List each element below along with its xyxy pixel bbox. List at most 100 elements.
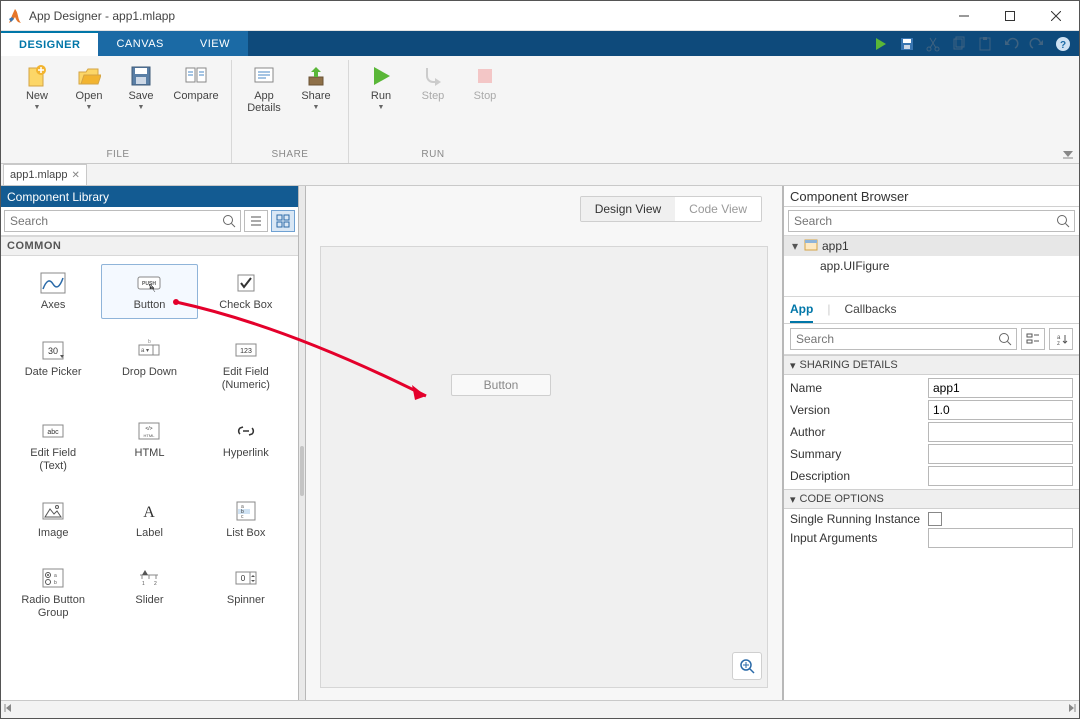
- component-hyperlink[interactable]: Hyperlink: [198, 412, 294, 480]
- canvas-button-component[interactable]: Button: [451, 374, 551, 396]
- slider-icon: 12: [135, 566, 163, 590]
- design-view-button[interactable]: Design View: [581, 197, 675, 221]
- matlab-logo-icon: [7, 8, 23, 24]
- image-icon: [39, 499, 67, 523]
- prop-author-input[interactable]: [928, 422, 1073, 442]
- svg-text:z: z: [1057, 341, 1060, 346]
- prop-summary-input[interactable]: [928, 444, 1073, 464]
- prop-input-args-input[interactable]: [928, 528, 1073, 548]
- html-icon: </>HTML: [135, 419, 163, 443]
- component-date-picker[interactable]: 30Date Picker: [5, 331, 101, 399]
- stop-button[interactable]: Stop: [459, 60, 511, 147]
- component-axes[interactable]: Axes: [5, 264, 101, 319]
- component-radio-group[interactable]: abRadio Button Group: [5, 559, 101, 627]
- tree-node-uifigure[interactable]: app.UIFigure: [784, 256, 1079, 276]
- component-button[interactable]: PUSHButton: [101, 264, 197, 319]
- zoom-button[interactable]: [732, 652, 762, 680]
- maximize-button[interactable]: [987, 1, 1033, 31]
- prop-name-input[interactable]: [928, 378, 1073, 398]
- canvas[interactable]: Button: [320, 246, 768, 688]
- scroll-left-icon[interactable]: [3, 702, 15, 717]
- calendar-icon: 30: [39, 338, 67, 362]
- sharing-properties: Name Version Author Summary Description: [784, 375, 1079, 489]
- tab-view[interactable]: VIEW: [182, 31, 248, 56]
- tree-label: app.UIFigure: [820, 259, 889, 273]
- paste-icon[interactable]: [975, 34, 995, 54]
- list-view-button[interactable]: [244, 210, 268, 232]
- component-edit-field-numeric[interactable]: 123Edit Field (Numeric): [198, 331, 294, 399]
- spinner-icon: 0: [232, 566, 260, 590]
- svg-text:2: 2: [154, 581, 157, 587]
- share-button[interactable]: Share▼: [290, 60, 342, 147]
- prop-description-input[interactable]: [928, 466, 1073, 486]
- save-icon[interactable]: [897, 34, 917, 54]
- component-spinner[interactable]: 0Spinner: [198, 559, 294, 627]
- section-sharing-details[interactable]: ▾SHARING DETAILS: [784, 355, 1079, 375]
- checkbox-icon: [232, 271, 260, 295]
- close-tab-icon[interactable]: ✕: [72, 170, 80, 181]
- save-disk-icon: [129, 64, 153, 88]
- search-icon: [1055, 213, 1071, 229]
- component-edit-field-text[interactable]: abcEdit Field (Text): [5, 412, 101, 480]
- run-button[interactable]: Run▼: [355, 60, 407, 147]
- compare-button[interactable]: Compare: [167, 60, 225, 147]
- app-details-button[interactable]: App Details: [238, 60, 290, 147]
- component-html[interactable]: </>HTMLHTML: [101, 412, 197, 480]
- step-button[interactable]: Step: [407, 60, 459, 147]
- prop-version-input[interactable]: [928, 400, 1073, 420]
- prop-description-label: Description: [790, 469, 928, 483]
- component-checkbox[interactable]: Check Box: [198, 264, 294, 319]
- subtab-app[interactable]: App: [790, 302, 813, 323]
- help-icon[interactable]: ?: [1053, 34, 1073, 54]
- document-tab-label: app1.mlapp: [10, 169, 68, 181]
- component-image[interactable]: Image: [5, 492, 101, 547]
- play-icon: [369, 64, 393, 88]
- minimize-toolstrip-icon[interactable]: [1061, 147, 1075, 161]
- component-browser-title: Component Browser: [784, 186, 1079, 207]
- run-icon[interactable]: [871, 34, 891, 54]
- prop-single-instance-checkbox[interactable]: [928, 512, 942, 526]
- component-slider[interactable]: 12Slider: [101, 559, 197, 627]
- save-button[interactable]: Save▼: [115, 60, 167, 147]
- body-area: Component Library COMMON Axes PUSHButton…: [1, 186, 1079, 700]
- quick-access-toolbar: ?: [871, 31, 1079, 56]
- tab-canvas[interactable]: CANVAS: [98, 31, 181, 56]
- component-listbox[interactable]: abcList Box: [198, 492, 294, 547]
- undo-icon[interactable]: [1001, 34, 1021, 54]
- grid-view-button[interactable]: [271, 210, 295, 232]
- redo-icon[interactable]: [1027, 34, 1047, 54]
- subtab-callbacks[interactable]: Callbacks: [844, 302, 896, 323]
- open-button[interactable]: Open▼: [63, 60, 115, 147]
- close-button[interactable]: [1033, 1, 1079, 31]
- new-button[interactable]: New▼: [11, 60, 63, 147]
- scroll-right-icon[interactable]: [1065, 702, 1077, 717]
- tree-node-app[interactable]: ▾ app1: [784, 236, 1079, 256]
- toolstrip-tabs: DESIGNER CANVAS VIEW ?: [1, 31, 1079, 56]
- categorized-view-button[interactable]: [1021, 328, 1045, 350]
- code-view-button[interactable]: Code View: [675, 197, 761, 221]
- minimize-button[interactable]: [941, 1, 987, 31]
- tab-designer[interactable]: DESIGNER: [1, 31, 98, 56]
- link-icon: [232, 419, 260, 443]
- component-dropdown[interactable]: a ▾bDrop Down: [101, 331, 197, 399]
- component-search-input[interactable]: [4, 210, 241, 232]
- svg-text:PUSH: PUSH: [143, 281, 157, 287]
- cut-icon[interactable]: [923, 34, 943, 54]
- alphabetical-view-button[interactable]: az: [1049, 328, 1073, 350]
- expand-icon[interactable]: ▾: [790, 239, 800, 253]
- component-label[interactable]: ALabel: [101, 492, 197, 547]
- copy-icon[interactable]: [949, 34, 969, 54]
- browser-search-input[interactable]: [788, 210, 1075, 232]
- folder-open-icon: [77, 64, 101, 88]
- section-code-options[interactable]: ▾CODE OPTIONS: [784, 489, 1079, 509]
- view-switch: Design View Code View: [580, 196, 762, 222]
- listbox-icon: abc: [232, 499, 260, 523]
- svg-text:b: b: [148, 339, 151, 345]
- search-icon: [221, 213, 237, 229]
- document-tab-app1[interactable]: app1.mlapp ✕: [3, 164, 87, 185]
- label-icon: A: [135, 499, 163, 523]
- property-search-input[interactable]: [790, 328, 1017, 350]
- svg-text:a ▾: a ▾: [141, 348, 149, 354]
- prop-input-args-label: Input Arguments: [790, 531, 928, 545]
- radio-icon: ab: [39, 566, 67, 590]
